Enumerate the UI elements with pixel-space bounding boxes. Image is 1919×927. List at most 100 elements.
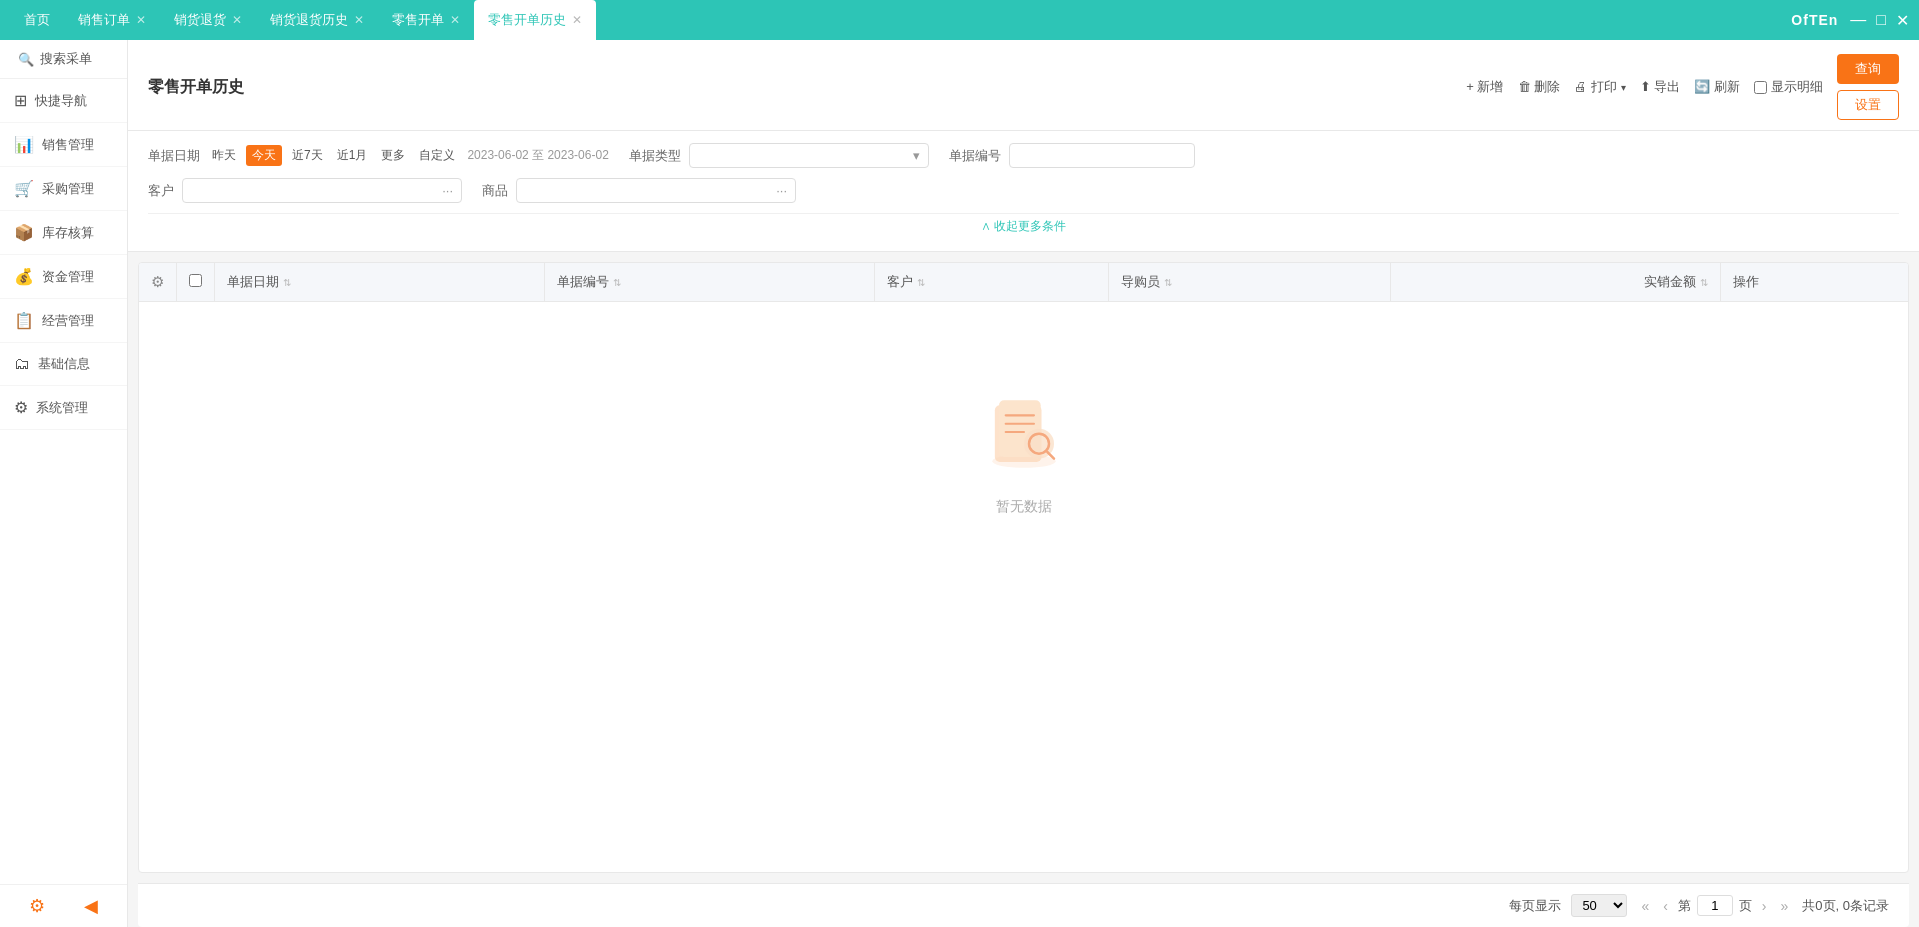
goods-label: 商品 — [482, 182, 508, 200]
date-label: 单据日期 — [148, 147, 200, 165]
table-gear-icon[interactable]: ⚙ — [151, 273, 164, 290]
per-page-select[interactable]: 50 10 20 100 — [1571, 894, 1627, 917]
prev-page-button[interactable]: ‹ — [1659, 896, 1672, 916]
empty-text: 暂无数据 — [996, 498, 1052, 516]
filter-customer: 客户 ··· — [148, 178, 462, 203]
page-input[interactable] — [1697, 895, 1733, 916]
date-opt-more[interactable]: 更多 — [377, 145, 409, 166]
quicknav-icon: ⊞ — [14, 91, 27, 110]
last-page-button[interactable]: » — [1777, 896, 1793, 916]
filter-row-1: 单据日期 昨天 今天 近7天 近1月 更多 自定义 2023-06-02 至 2… — [148, 143, 1899, 168]
filter-date: 单据日期 昨天 今天 近7天 近1月 更多 自定义 2023-06-02 至 2… — [148, 145, 609, 166]
tab-close-retail-order[interactable]: ✕ — [450, 13, 460, 27]
table-checkbox-col — [177, 263, 215, 302]
sort-guide-icon[interactable]: ⇅ — [1164, 277, 1172, 288]
sort-date-icon[interactable]: ⇅ — [283, 277, 291, 288]
customer-select[interactable]: ··· — [182, 178, 462, 203]
date-opt-custom[interactable]: 自定义 — [415, 145, 459, 166]
col-action: 操作 — [1721, 263, 1908, 302]
goods-dots: ··· — [776, 183, 787, 198]
content-area: 零售开单历史 + 新增 🗑 删除 🖨 打印 ▾ ⬆ 导出 🔄 刷新 — [128, 40, 1919, 927]
bill-type-select[interactable]: ▾ — [689, 143, 929, 168]
tab-retail-order[interactable]: 零售开单 ✕ — [378, 0, 474, 40]
date-opt-yesterday[interactable]: 昨天 — [208, 145, 240, 166]
tab-home[interactable]: 首页 — [10, 0, 64, 40]
toolbar: + 新增 🗑 删除 🖨 打印 ▾ ⬆ 导出 🔄 刷新 显示明细 — [1466, 54, 1899, 120]
add-button[interactable]: + 新增 — [1466, 78, 1503, 96]
sidebar-item-system[interactable]: ⚙ 系统管理 — [0, 386, 127, 430]
goods-select[interactable]: ··· — [516, 178, 796, 203]
search-icon: 🔍 — [18, 52, 34, 67]
display-detail-checkbox[interactable]: 显示明细 — [1754, 78, 1823, 96]
sort-customer-icon[interactable]: ⇅ — [917, 277, 925, 288]
sort-billno-icon[interactable]: ⇅ — [613, 277, 621, 288]
per-page-label: 每页显示 — [1509, 897, 1561, 915]
page-title: 零售开单历史 — [148, 77, 244, 98]
delete-button[interactable]: 🗑 删除 — [1518, 78, 1561, 96]
print-button[interactable]: 🖨 打印 ▾ — [1574, 78, 1626, 96]
col-amount: 实销金额 ⇅ — [1390, 263, 1720, 302]
page-header: 零售开单历史 + 新增 🗑 删除 🖨 打印 ▾ ⬆ 导出 🔄 刷新 — [128, 40, 1919, 131]
refresh-button[interactable]: 🔄 刷新 — [1694, 78, 1740, 96]
table-settings-col: ⚙ — [139, 263, 177, 302]
sidebar-item-quicknav[interactable]: ⊞ 快捷导航 — [0, 79, 127, 123]
empty-state: 暂无数据 — [139, 302, 1908, 596]
close-icon[interactable]: ✕ — [1896, 11, 1909, 30]
toolbar-buttons: 查询 设置 — [1837, 54, 1899, 120]
sort-amount-icon[interactable]: ⇅ — [1700, 277, 1708, 288]
export-button[interactable]: ⬆ 导出 — [1640, 78, 1681, 96]
display-detail-input[interactable] — [1754, 81, 1767, 94]
sidebar-footer: ⚙ ◀ — [0, 884, 127, 927]
date-opt-today[interactable]: 今天 — [246, 145, 282, 166]
col-date: 单据日期 ⇅ — [215, 263, 545, 302]
sidebar-item-sales[interactable]: 📊 销售管理 — [0, 123, 127, 167]
tab-sales-return-history[interactable]: 销货退货历史 ✕ — [256, 0, 378, 40]
filter-bill-type: 单据类型 ▾ — [629, 143, 929, 168]
filter-bill-no: 单据编号 — [949, 143, 1195, 168]
purchase-icon: 🛒 — [14, 179, 34, 198]
footer-settings-icon[interactable]: ⚙ — [29, 895, 45, 917]
total-info: 共0页, 0条记录 — [1802, 897, 1889, 915]
top-bar: 首页 销售订单 ✕ 销货退货 ✕ 销货退货历史 ✕ 零售开单 ✕ 零售开单历史 … — [0, 0, 1919, 40]
print-arrow-icon: ▾ — [1621, 82, 1626, 93]
sidebar-search[interactable]: 🔍 搜索采单 — [0, 40, 127, 79]
system-icon: ⚙ — [14, 398, 28, 417]
select-all-checkbox[interactable] — [189, 274, 202, 287]
maximize-icon[interactable]: □ — [1876, 11, 1886, 30]
tab-sales-order[interactable]: 销售订单 ✕ — [64, 0, 160, 40]
bill-type-dropdown-icon: ▾ — [913, 148, 920, 163]
finance-icon: 💰 — [14, 267, 34, 286]
tab-close-sales-return-history[interactable]: ✕ — [354, 13, 364, 27]
sales-icon: 📊 — [14, 135, 34, 154]
filter-area: 单据日期 昨天 今天 近7天 近1月 更多 自定义 2023-06-02 至 2… — [128, 131, 1919, 252]
query-button[interactable]: 查询 — [1837, 54, 1899, 84]
tab-close-sales-order[interactable]: ✕ — [136, 13, 146, 27]
sidebar-item-basic-info[interactable]: 🗂 基础信息 — [0, 343, 127, 386]
sidebar-item-operations[interactable]: 📋 经营管理 — [0, 299, 127, 343]
tab-close-sales-return[interactable]: ✕ — [232, 13, 242, 27]
date-opt-1month[interactable]: 近1月 — [333, 145, 372, 166]
footer-collapse-icon[interactable]: ◀ — [84, 895, 98, 917]
main-layout: 🔍 搜索采单 ⊞ 快捷导航 📊 销售管理 🛒 采购管理 📦 库存核算 💰 资金管… — [0, 40, 1919, 927]
bill-no-input[interactable] — [1009, 143, 1195, 168]
bill-type-label: 单据类型 — [629, 147, 681, 165]
minimize-icon[interactable]: — — [1850, 11, 1866, 30]
sidebar: 🔍 搜索采单 ⊞ 快捷导航 📊 销售管理 🛒 采购管理 📦 库存核算 💰 资金管… — [0, 40, 128, 927]
filter-goods: 商品 ··· — [482, 178, 796, 203]
sidebar-item-finance[interactable]: 💰 资金管理 — [0, 255, 127, 299]
tab-sales-return[interactable]: 销货退货 ✕ — [160, 0, 256, 40]
settings-button[interactable]: 设置 — [1837, 90, 1899, 120]
collapse-bar[interactable]: ∧ 收起更多条件 — [148, 213, 1899, 239]
sidebar-item-inventory[interactable]: 📦 库存核算 — [0, 211, 127, 255]
tab-close-retail-order-history[interactable]: ✕ — [572, 13, 582, 27]
next-page-button[interactable]: › — [1758, 896, 1771, 916]
sidebar-item-purchase[interactable]: 🛒 采购管理 — [0, 167, 127, 211]
first-page-button[interactable]: « — [1637, 896, 1653, 916]
page-label: 第 — [1678, 897, 1691, 915]
inventory-icon: 📦 — [14, 223, 34, 242]
date-opt-7days[interactable]: 近7天 — [288, 145, 327, 166]
pagination: 每页显示 50 10 20 100 « ‹ 第 页 › » 共0页, 0条记录 — [138, 883, 1909, 927]
tab-retail-order-history[interactable]: 零售开单历史 ✕ — [474, 0, 596, 40]
customer-label: 客户 — [148, 182, 174, 200]
col-customer: 客户 ⇅ — [875, 263, 1109, 302]
